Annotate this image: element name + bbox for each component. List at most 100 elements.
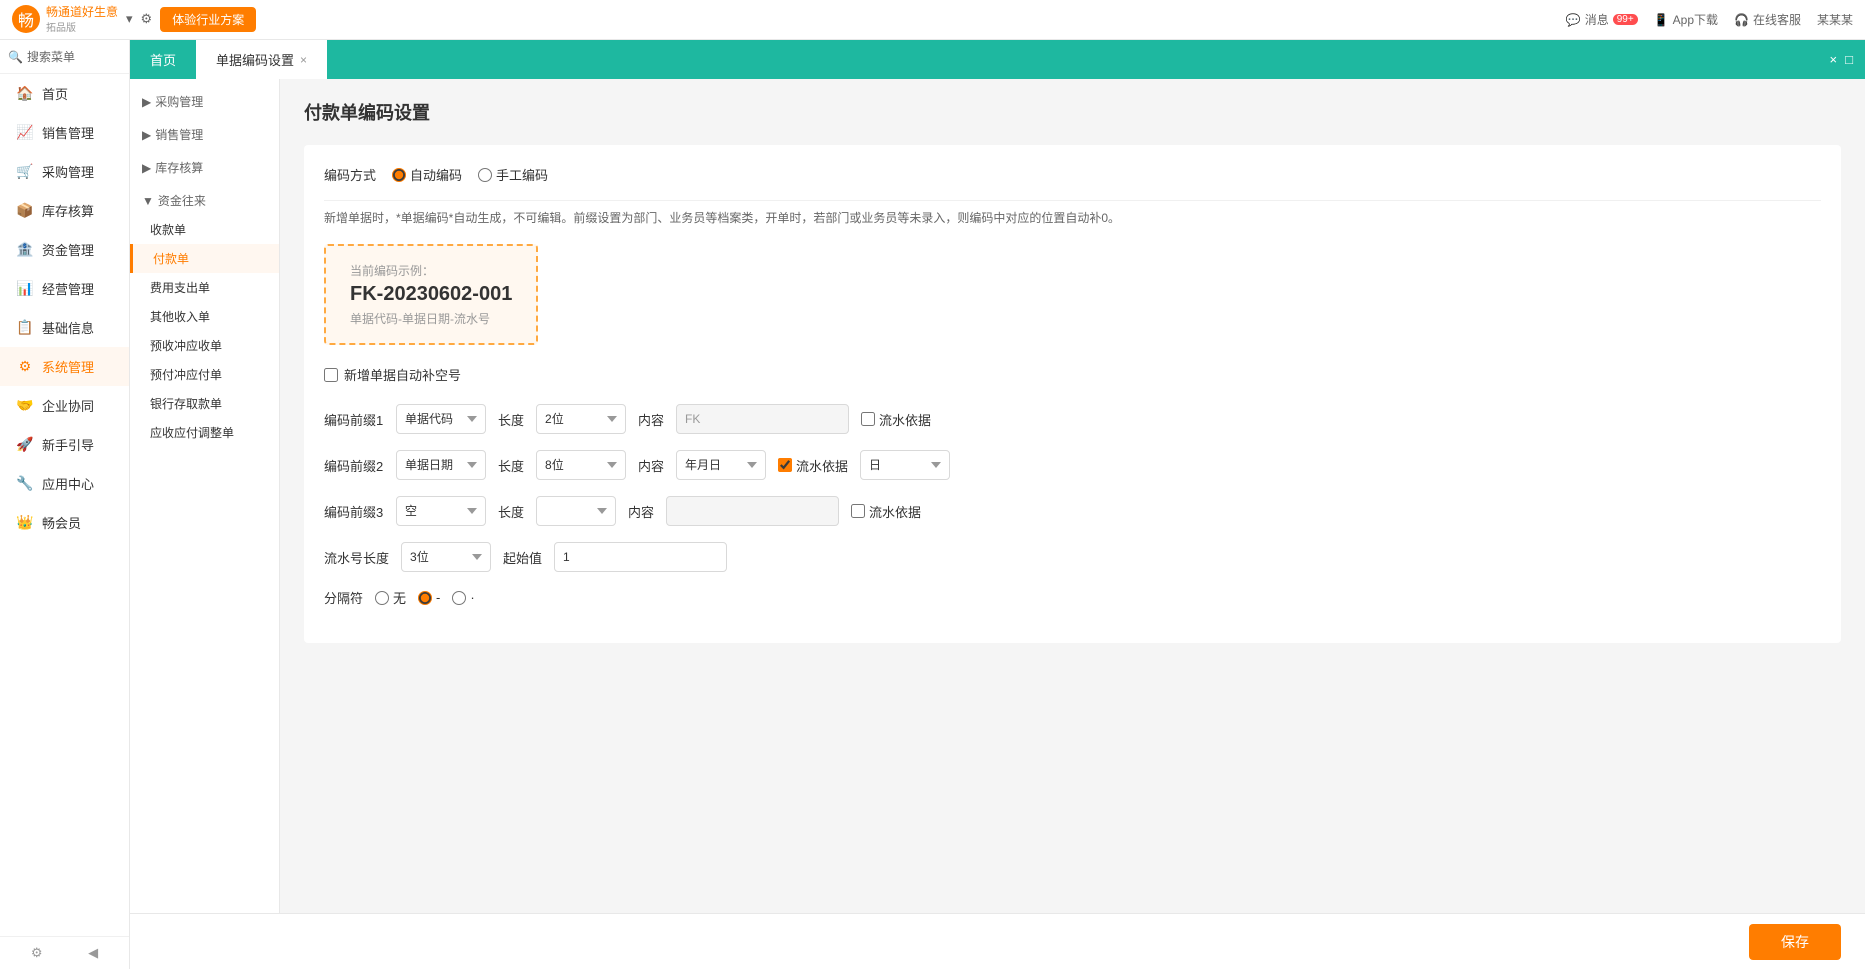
auto-encode-input[interactable]: [392, 168, 406, 182]
content3-input[interactable]: [666, 496, 839, 526]
preview-desc: 单据代码-单据日期-流水号: [350, 310, 512, 327]
sidebar-item-finance[interactable]: 🏦 资金管理: [0, 230, 129, 269]
sep-dot-radio[interactable]: ·: [452, 590, 474, 605]
length2-group: 8位: [536, 450, 626, 480]
message-link[interactable]: 💬 消息 99+: [1566, 11, 1638, 28]
manual-encode-input[interactable]: [478, 168, 492, 182]
tab-home[interactable]: 首页: [130, 40, 196, 79]
user-menu[interactable]: 某某某: [1817, 11, 1853, 28]
sidebar-item-purchase[interactable]: 🛒 采购管理: [0, 152, 129, 191]
sep-label: 分隔符: [324, 588, 363, 607]
group-purchase-title[interactable]: ▶ 采购管理: [130, 87, 279, 116]
serial-length-group: 3位: [401, 542, 491, 572]
preview-label: 当前编码示例：: [350, 262, 512, 279]
finance-icon: 🏦: [16, 241, 34, 259]
sidebar-item-adjust[interactable]: 应收应付调整单: [130, 418, 279, 447]
tab-settings[interactable]: 单据编码设置 ×: [196, 40, 327, 79]
sep-dash-radio[interactable]: -: [418, 590, 440, 605]
stream2-checkbox[interactable]: [778, 458, 792, 472]
group-purchase: ▶ 采购管理: [130, 87, 279, 116]
prefix1-select[interactable]: 单据代码: [396, 404, 486, 434]
group-inventory-title[interactable]: ▶ 库存核算: [130, 153, 279, 182]
nav-dropdown-arrow[interactable]: ▾: [126, 11, 133, 27]
sidebar-item-other-income[interactable]: 其他收入单: [130, 302, 279, 331]
sidebar-settings-icon[interactable]: ⚙: [31, 945, 43, 961]
tab-bar: 首页 单据编码设置 × × □: [130, 40, 1865, 79]
sidebar-item-system[interactable]: ⚙ 系统管理: [0, 347, 129, 386]
basic-info-icon: 📋: [16, 319, 34, 337]
app-download-link[interactable]: 📱 App下载: [1654, 11, 1718, 28]
group-sales-title[interactable]: ▶ 销售管理: [130, 120, 279, 149]
tab-close-icon[interactable]: ×: [300, 53, 307, 67]
manual-encode-radio[interactable]: 手工编码: [478, 165, 548, 184]
serial-length-select[interactable]: 3位: [401, 542, 491, 572]
content2-select[interactable]: 年月日: [676, 450, 766, 480]
tab-expand-icon[interactable]: □: [1845, 52, 1853, 67]
gear-icon[interactable]: ⚙: [141, 11, 153, 27]
chevron-right-icon: ▶: [142, 95, 151, 109]
sidebar-item-member[interactable]: 👑 畅会员: [0, 503, 129, 542]
sidebar-item-payment[interactable]: 付款单: [130, 244, 279, 273]
stream1-checkbox[interactable]: [861, 412, 875, 426]
app-center-icon: 🔧: [16, 475, 34, 493]
sidebar-item-advance-receipt[interactable]: 预收冲应收单: [130, 331, 279, 360]
sidebar-item-expense[interactable]: 费用支出单: [130, 273, 279, 302]
content1-input[interactable]: [676, 404, 849, 434]
sep-none-input[interactable]: [375, 591, 389, 605]
content-area: ▶ 采购管理 ▶ 销售管理 ▶ 库存核算: [130, 79, 1865, 913]
prefix2-select[interactable]: 单据日期: [396, 450, 486, 480]
prefix3-select[interactable]: 空: [396, 496, 486, 526]
sidebar-item-sales[interactable]: 📈 销售管理: [0, 113, 129, 152]
length3-label: 长度: [498, 502, 524, 521]
auto-fill-checkbox[interactable]: [324, 368, 338, 382]
preview-code: FK-20230602-001: [350, 283, 512, 306]
auto-encode-radio[interactable]: 自动编码: [392, 165, 462, 184]
sidebar-item-advance-payment[interactable]: 预付冲应付单: [130, 360, 279, 389]
length3-select[interactable]: [536, 496, 616, 526]
sales-icon: 📈: [16, 124, 34, 142]
sidebar-item-receipt[interactable]: 收款单: [130, 215, 279, 244]
sep-dash-input[interactable]: [418, 591, 432, 605]
sidebar-item-inventory[interactable]: 📦 库存核算: [0, 191, 129, 230]
sidebar-collapse-icon[interactable]: ◀: [88, 945, 98, 961]
tab-window-close-icon[interactable]: ×: [1830, 52, 1838, 67]
trial-button[interactable]: 体验行业方案: [160, 7, 256, 32]
app-icon: 📱: [1654, 13, 1669, 27]
purchase-icon: 🛒: [16, 163, 34, 181]
stream3-checkbox[interactable]: [851, 504, 865, 518]
sidebar-item-app-center[interactable]: 🔧 应用中心: [0, 464, 129, 503]
auto-fill-label: 新增单据自动补空号: [344, 365, 461, 384]
content2-group: 年月日: [676, 450, 766, 480]
group-capital-title[interactable]: ▼ 资金往来: [130, 186, 279, 215]
stream3-checkbox-group: 流水依据: [851, 502, 921, 521]
sep-dash-char: -: [436, 590, 440, 605]
headset-icon: 🎧: [1734, 13, 1749, 27]
top-bar: 畅 畅通道好生意 拓品版 ▾ ⚙ 体验行业方案 💬 消息 99+ 📱 App下载…: [0, 0, 1865, 40]
content2-label: 内容: [638, 456, 664, 475]
start-value-label: 起始值: [503, 548, 542, 567]
start-value-input[interactable]: [554, 542, 727, 572]
message-icon: 💬: [1566, 13, 1581, 27]
stream2-unit-select[interactable]: 日: [860, 450, 950, 480]
system-icon: ⚙: [16, 358, 34, 376]
main-content: 付款单编码设置 编码方式 自动编码 手工编码: [280, 79, 1865, 913]
content3-label: 内容: [628, 502, 654, 521]
search-menu[interactable]: 🔍 搜索菜单: [0, 40, 129, 74]
sep-dot-input[interactable]: [452, 591, 466, 605]
sidebar-item-guide[interactable]: 🚀 新手引导: [0, 425, 129, 464]
logo: 畅 畅通道好生意 拓品版: [12, 5, 118, 34]
stream1-checkbox-group: 流水依据: [861, 410, 931, 429]
sidebar-item-basic-info[interactable]: 📋 基础信息: [0, 308, 129, 347]
main-layout: 🔍 搜索菜单 🏠 首页 📈 销售管理 🛒 采购管理 📦 库存核算 🏦 资金管理 …: [0, 40, 1865, 969]
length1-select[interactable]: 2位: [536, 404, 626, 434]
save-button[interactable]: 保存: [1749, 924, 1841, 960]
preview-box: 当前编码示例： FK-20230602-001 单据代码-单据日期-流水号: [324, 244, 538, 345]
sidebar-item-enterprise[interactable]: 🤝 企业协同: [0, 386, 129, 425]
online-service-link[interactable]: 🎧 在线客服: [1734, 11, 1801, 28]
sep-none-radio[interactable]: 无: [375, 588, 406, 607]
separator-row: 分隔符 无 - ·: [324, 588, 1821, 607]
sidebar-item-home[interactable]: 🏠 首页: [0, 74, 129, 113]
sidebar-item-operations[interactable]: 📊 经营管理: [0, 269, 129, 308]
sidebar-item-bank[interactable]: 银行存取款单: [130, 389, 279, 418]
length2-select[interactable]: 8位: [536, 450, 626, 480]
